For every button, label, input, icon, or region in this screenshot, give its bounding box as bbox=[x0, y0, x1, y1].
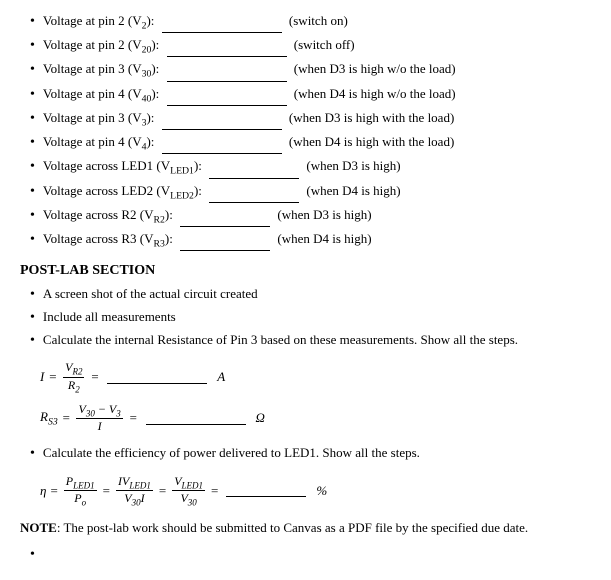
r-label: RS3 bbox=[40, 409, 58, 428]
unit-a: A bbox=[217, 369, 225, 385]
frac-numerator: PLED1 bbox=[64, 474, 97, 491]
list-item: Voltage at pin 2 (V20): (switch off) bbox=[30, 36, 591, 57]
eta-frac1: PLED1 Po bbox=[64, 474, 97, 508]
frac-denominator: V30 bbox=[178, 491, 198, 507]
frac-numerator: IVLED1 bbox=[116, 474, 153, 491]
list-item: Voltage at pin 3 (V3): (when D3 is high … bbox=[30, 109, 591, 130]
list-item bbox=[30, 545, 591, 565]
blank-field bbox=[162, 141, 282, 154]
blank-field bbox=[167, 44, 287, 57]
math-section: I = VR2 R2 = A RS3 = V30 − V3 I = Ω bbox=[40, 360, 591, 434]
equals7: = bbox=[159, 483, 166, 499]
list-item: Voltage at pin 2 (V2): (switch on) bbox=[30, 12, 591, 33]
equals2: = bbox=[90, 369, 99, 385]
blank-field bbox=[180, 238, 270, 251]
item-text: Voltage at pin 3 (V30): (when D3 is high… bbox=[43, 60, 456, 81]
frac-numerator: VLED1 bbox=[172, 474, 205, 491]
blank-field bbox=[180, 214, 270, 227]
final-bullet-list bbox=[20, 545, 591, 565]
current-equation: I = VR2 R2 = A bbox=[40, 360, 591, 394]
list-item: Include all measurements bbox=[30, 308, 591, 328]
eta-label: η bbox=[40, 483, 46, 499]
post-lab-title: POST-LAB SECTION bbox=[20, 263, 591, 279]
frac-numerator: VR2 bbox=[63, 360, 84, 377]
eta-equation: η = PLED1 Po = IVLED1 V30I = VLED1 V30 =… bbox=[40, 474, 591, 508]
note-section: NOTE: The post-lab work should be submit… bbox=[20, 518, 591, 538]
blank-field bbox=[209, 166, 299, 179]
frac-denominator: V30I bbox=[122, 491, 146, 507]
list-item: Voltage across R2 (VR2): (when D3 is hig… bbox=[30, 206, 591, 227]
item-text: Voltage at pin 2 (V20): (switch off) bbox=[43, 36, 355, 57]
eta-frac3: VLED1 V30 bbox=[172, 474, 205, 508]
post-lab-list: A screen shot of the actual circuit crea… bbox=[20, 285, 591, 350]
list-item: Voltage across R3 (VR3): (when D4 is hig… bbox=[30, 230, 591, 251]
item-text: Voltage at pin 4 (V4): (when D4 is high … bbox=[43, 133, 454, 154]
blank-field bbox=[167, 69, 287, 82]
list-item: Voltage across LED2 (VLED2): (when D4 is… bbox=[30, 182, 591, 203]
equals6: = bbox=[103, 483, 110, 499]
list-item: Voltage across LED1 (VLED1): (when D3 is… bbox=[30, 157, 591, 178]
list-item: Voltage at pin 4 (V40): (when D4 is high… bbox=[30, 85, 591, 106]
list-item: Voltage at pin 3 (V30): (when D3 is high… bbox=[30, 60, 591, 81]
i-fraction: VR2 R2 bbox=[63, 360, 84, 394]
item-text: Voltage across LED2 (VLED2): (when D4 is… bbox=[43, 182, 401, 203]
voltage-list: Voltage at pin 2 (V2): (switch on) Volta… bbox=[20, 12, 591, 251]
list-item: Calculate the internal Resistance of Pin… bbox=[30, 331, 591, 351]
i-label: I bbox=[40, 369, 44, 385]
blank-field bbox=[209, 190, 299, 203]
item-text: Calculate the internal Resistance of Pin… bbox=[43, 331, 518, 349]
list-item: Voltage at pin 4 (V4): (when D4 is high … bbox=[30, 133, 591, 154]
note-bold: NOTE bbox=[20, 520, 57, 535]
blank-field bbox=[167, 93, 287, 106]
item-text: Voltage across R3 (VR3): (when D4 is hig… bbox=[43, 230, 372, 251]
frac-denominator: R2 bbox=[66, 378, 82, 394]
item-text: Voltage at pin 4 (V40): (when D4 is high… bbox=[43, 85, 456, 106]
frac-denominator: Po bbox=[72, 491, 88, 507]
blank-field bbox=[162, 20, 282, 33]
blank-field bbox=[146, 412, 246, 425]
item-text: Include all measurements bbox=[43, 308, 176, 326]
equals5: = bbox=[50, 483, 57, 499]
item-text: Voltage at pin 3 (V3): (when D3 is high … bbox=[43, 109, 454, 130]
item-text: A screen shot of the actual circuit crea… bbox=[43, 285, 258, 303]
unit-ohm: Ω bbox=[256, 410, 265, 426]
equals1: = bbox=[48, 369, 57, 385]
equals3: = bbox=[62, 410, 71, 426]
note-text: : The post-lab work should be submitted … bbox=[57, 520, 528, 535]
equals8: = bbox=[211, 483, 218, 499]
r-fraction: V30 − V3 I bbox=[76, 402, 122, 434]
unit-pct: % bbox=[316, 483, 327, 499]
item-text: Calculate the efficiency of power delive… bbox=[43, 444, 420, 462]
blank-field bbox=[226, 484, 306, 497]
frac-numerator: V30 − V3 bbox=[76, 402, 122, 419]
equals4: = bbox=[129, 410, 138, 426]
efficiency-section: η = PLED1 Po = IVLED1 V30I = VLED1 V30 =… bbox=[40, 474, 591, 508]
blank-field bbox=[162, 117, 282, 130]
eta-frac2: IVLED1 V30I bbox=[116, 474, 153, 508]
blank-field bbox=[107, 371, 207, 384]
item-text: Voltage across LED1 (VLED1): (when D3 is… bbox=[43, 157, 401, 178]
list-item: Calculate the efficiency of power delive… bbox=[30, 444, 591, 464]
efficiency-list: Calculate the efficiency of power delive… bbox=[20, 444, 591, 464]
item-text: Voltage across R2 (VR2): (when D3 is hig… bbox=[43, 206, 372, 227]
list-item: A screen shot of the actual circuit crea… bbox=[30, 285, 591, 305]
item-text: Voltage at pin 2 (V2): (switch on) bbox=[43, 12, 348, 33]
frac-denominator: I bbox=[96, 419, 104, 434]
resistance-equation: RS3 = V30 − V3 I = Ω bbox=[40, 402, 591, 434]
